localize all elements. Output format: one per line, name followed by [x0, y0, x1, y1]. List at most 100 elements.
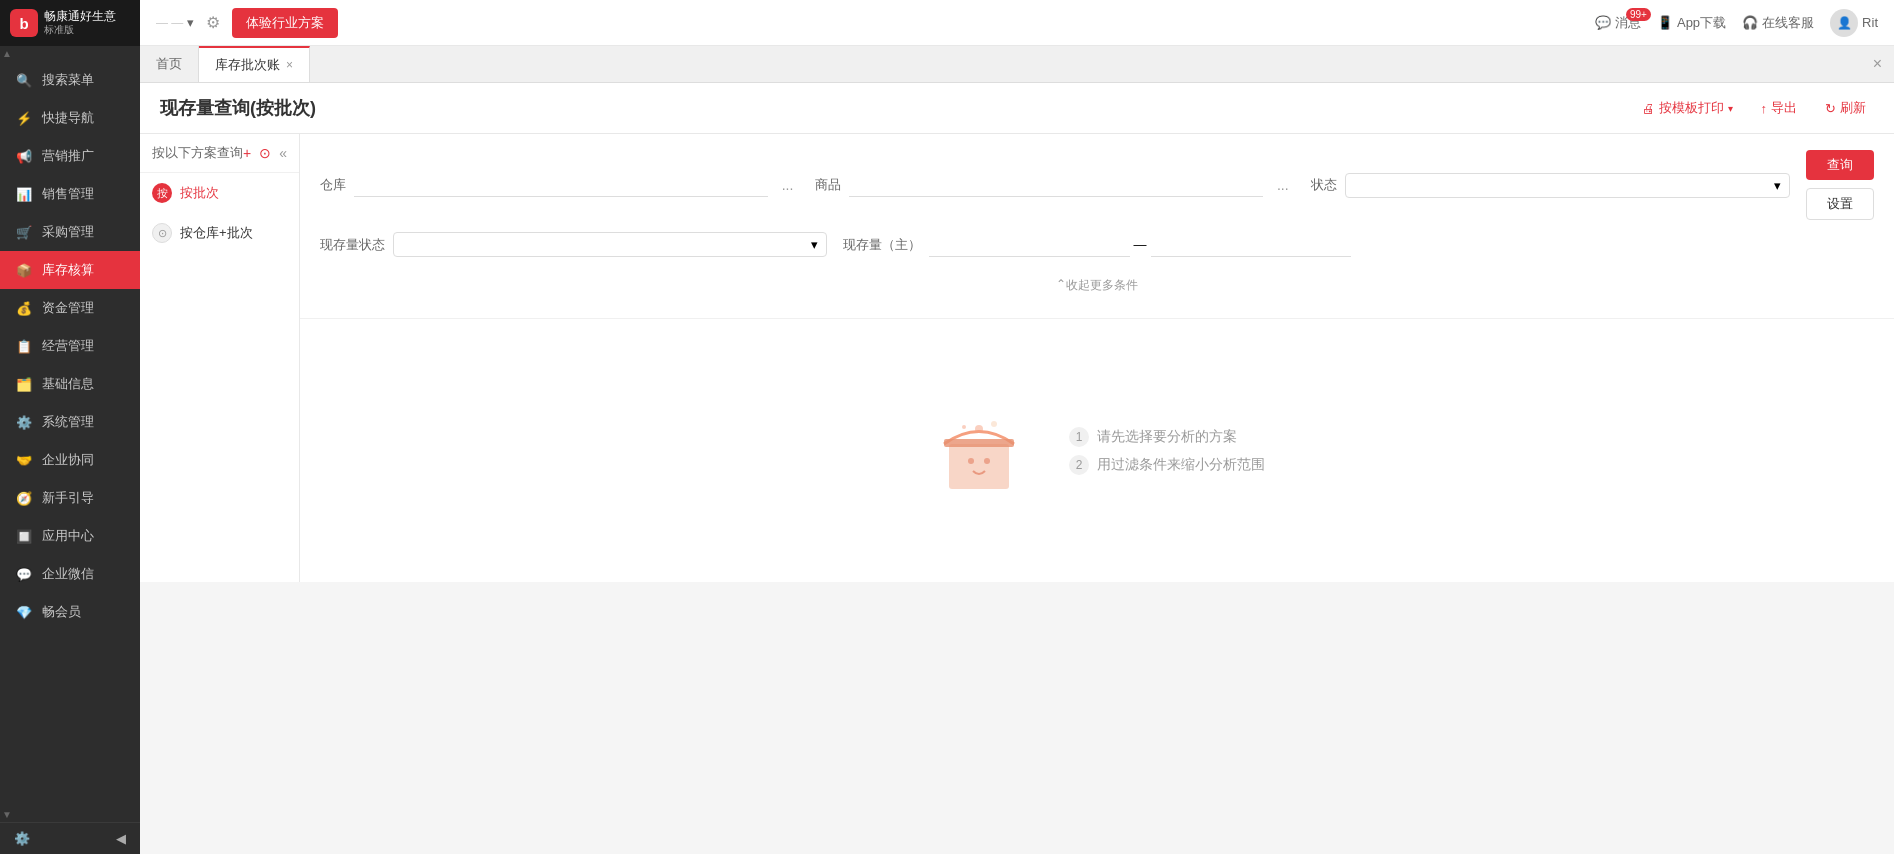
- inv-status-label: 现存量状态: [320, 236, 385, 254]
- nav-label-inventory: 库存核算: [42, 261, 94, 279]
- status-filter: 状态 ▾: [1311, 173, 1790, 198]
- tab-inventory-batch[interactable]: 库存批次账 ×: [199, 46, 310, 82]
- nav-label-operations: 经营管理: [42, 337, 94, 355]
- solution-wh-label: 按仓库+批次: [180, 224, 253, 242]
- tip-text-2: 用过滤条件来缩小分析范围: [1097, 456, 1265, 474]
- warehouse-more-btn[interactable]: ...: [776, 177, 800, 193]
- sidebar-item-purchase[interactable]: 🛒 采购管理: [0, 213, 140, 251]
- tab-close-icon[interactable]: ×: [286, 58, 293, 72]
- status-dropdown-arrow: ▾: [1774, 178, 1781, 193]
- tab-home-label: 首页: [156, 55, 182, 73]
- filter-area: 仓库 ... 商品 ... 状态: [300, 134, 1894, 319]
- solution-wh-icon: ⊙: [152, 223, 172, 243]
- warehouse-filter-input[interactable]: [354, 173, 768, 197]
- tip-text-1: 请先选择要分析的方案: [1097, 428, 1237, 446]
- svg-point-4: [962, 425, 966, 429]
- app-download-label: App下载: [1677, 14, 1726, 32]
- sidebar-item-wechat[interactable]: 💬 企业微信: [0, 555, 140, 593]
- tab-active-label: 库存批次账: [215, 56, 280, 74]
- experience-btn[interactable]: 体验行业方案: [232, 8, 338, 38]
- sidebar-item-inventory[interactable]: 📦库存核算: [0, 251, 140, 289]
- nav-icon-purchase: 🛒: [14, 222, 34, 242]
- refresh-btn[interactable]: ↻ 刷新: [1817, 95, 1874, 121]
- sidebar-header: b 畅康通好生意 标准版: [0, 0, 140, 46]
- qty-range-from[interactable]: [929, 233, 1129, 257]
- app-logo: b: [10, 9, 38, 37]
- sidebar-item-apps[interactable]: 🔲应用中心: [0, 517, 140, 555]
- settings-btn[interactable]: 设置: [1806, 188, 1874, 220]
- nav-label-marketing: 营销推广: [42, 147, 94, 165]
- warehouse-filter-label: 仓库: [320, 176, 346, 194]
- sidebar-collapse-icon[interactable]: ◀: [116, 831, 126, 846]
- sidebar-item-guide[interactable]: 🧭 新手引导: [0, 479, 140, 517]
- topbar-breadcrumb-dropdown[interactable]: — — ▾: [156, 15, 194, 30]
- app-download-btn[interactable]: 📱 App下载: [1657, 14, 1726, 32]
- nav-label-finance: 资金管理: [42, 299, 94, 317]
- solution-batch[interactable]: 按 按批次: [140, 173, 299, 213]
- nav-icon-system: ⚙️: [14, 412, 34, 432]
- inv-qty-label: 现存量（主）: [843, 236, 921, 254]
- tab-home[interactable]: 首页: [140, 46, 199, 82]
- messages-btn[interactable]: 💬 消息 99+: [1595, 14, 1641, 32]
- nav-icon-search: 🔍: [14, 70, 34, 90]
- nav-label-vip: 畅会员: [42, 603, 81, 621]
- user-avatar: 👤: [1830, 9, 1858, 37]
- inv-status-arrow: ▾: [811, 237, 818, 252]
- sidebar-item-vip[interactable]: 💎畅会员: [0, 593, 140, 631]
- nav-label-wechat: 企业微信: [42, 565, 94, 583]
- sidebar-item-marketing[interactable]: 📢营销推广: [0, 137, 140, 175]
- print-template-btn[interactable]: 🖨 按模板打印 ▾: [1634, 95, 1741, 121]
- sidebar-item-operations[interactable]: 📋 经营管理: [0, 327, 140, 365]
- avatar-icon: 👤: [1837, 16, 1852, 30]
- sidebar-item-basic[interactable]: 🗂️基础信息: [0, 365, 140, 403]
- nav-label-apps: 应用中心: [42, 527, 94, 545]
- qty-range: —: [929, 233, 1350, 257]
- panel-collapse-icon[interactable]: «: [279, 145, 287, 161]
- svg-point-3: [991, 421, 997, 427]
- panel-add-icon[interactable]: +: [243, 145, 251, 161]
- nav-icon-basic: 🗂️: [14, 374, 34, 394]
- export-btn[interactable]: ↑ 导出: [1753, 95, 1806, 121]
- product-more-btn[interactable]: ...: [1271, 177, 1295, 193]
- sidebar-item-system[interactable]: ⚙️系统管理: [0, 403, 140, 441]
- page-header: 现存量查询(按批次) 🖨 按模板打印 ▾ ↑ 导出 ↻ 刷新: [140, 83, 1894, 134]
- range-sep: —: [1134, 237, 1147, 252]
- qty-range-to[interactable]: [1151, 233, 1351, 257]
- status-dropdown[interactable]: ▾: [1345, 173, 1790, 198]
- sidebar-footer: ⚙️ ◀: [0, 822, 140, 854]
- sidebar-item-search[interactable]: 🔍搜索菜单: [0, 61, 140, 99]
- scroll-up-btn[interactable]: ▲: [0, 46, 140, 61]
- scroll-down-btn[interactable]: ▼: [0, 807, 140, 822]
- sidebar-item-shortcut[interactable]: ⚡快捷导航: [0, 99, 140, 137]
- collapse-label: 收起更多条件: [1066, 277, 1138, 294]
- online-support-label: 在线客服: [1762, 14, 1814, 32]
- inventory-qty-filter: 现存量（主） —: [843, 233, 1350, 257]
- app-title-area: 畅康通好生意 标准版: [44, 9, 116, 37]
- online-support-btn[interactable]: 🎧 在线客服: [1742, 14, 1814, 32]
- collapse-row[interactable]: ⌃ 收起更多条件: [320, 269, 1874, 302]
- inventory-status-filter: 现存量状态 ▾: [320, 232, 827, 257]
- page-title: 现存量查询(按批次): [160, 96, 316, 120]
- topbar-gear-icon[interactable]: ⚙: [206, 13, 220, 32]
- nav-label-enterprise: 企业协同: [42, 451, 94, 469]
- sidebar-item-finance[interactable]: 💰资金管理: [0, 289, 140, 327]
- svg-point-2: [975, 425, 983, 433]
- query-btn[interactable]: 查询: [1806, 150, 1874, 180]
- product-filter-input[interactable]: [849, 173, 1263, 197]
- nav-icon-guide: 🧭: [14, 488, 34, 508]
- inventory-status-dropdown[interactable]: ▾: [393, 232, 827, 257]
- tabs-close-all-btn[interactable]: ×: [1861, 55, 1894, 73]
- nav-label-guide: 新手引导: [42, 489, 94, 507]
- headset-icon: 🎧: [1742, 15, 1758, 30]
- product-filter-label: 商品: [815, 176, 841, 194]
- sidebar-item-sales[interactable]: 📊销售管理: [0, 175, 140, 213]
- sidebar-settings-icon[interactable]: ⚙️: [14, 831, 30, 846]
- solution-warehouse-batch[interactable]: ⊙ 按仓库+批次: [140, 213, 299, 253]
- nav-label-purchase: 采购管理: [42, 223, 94, 241]
- user-profile-btn[interactable]: 👤 Rit: [1830, 9, 1878, 37]
- sidebar-item-enterprise[interactable]: 🤝企业协同: [0, 441, 140, 479]
- nav-icon-operations: 📋: [14, 336, 34, 356]
- nav-icon-wechat: 💬: [14, 564, 34, 584]
- panel-settings-icon[interactable]: ⊙: [259, 145, 271, 161]
- collapse-arrow-icon: ⌃: [1056, 277, 1066, 294]
